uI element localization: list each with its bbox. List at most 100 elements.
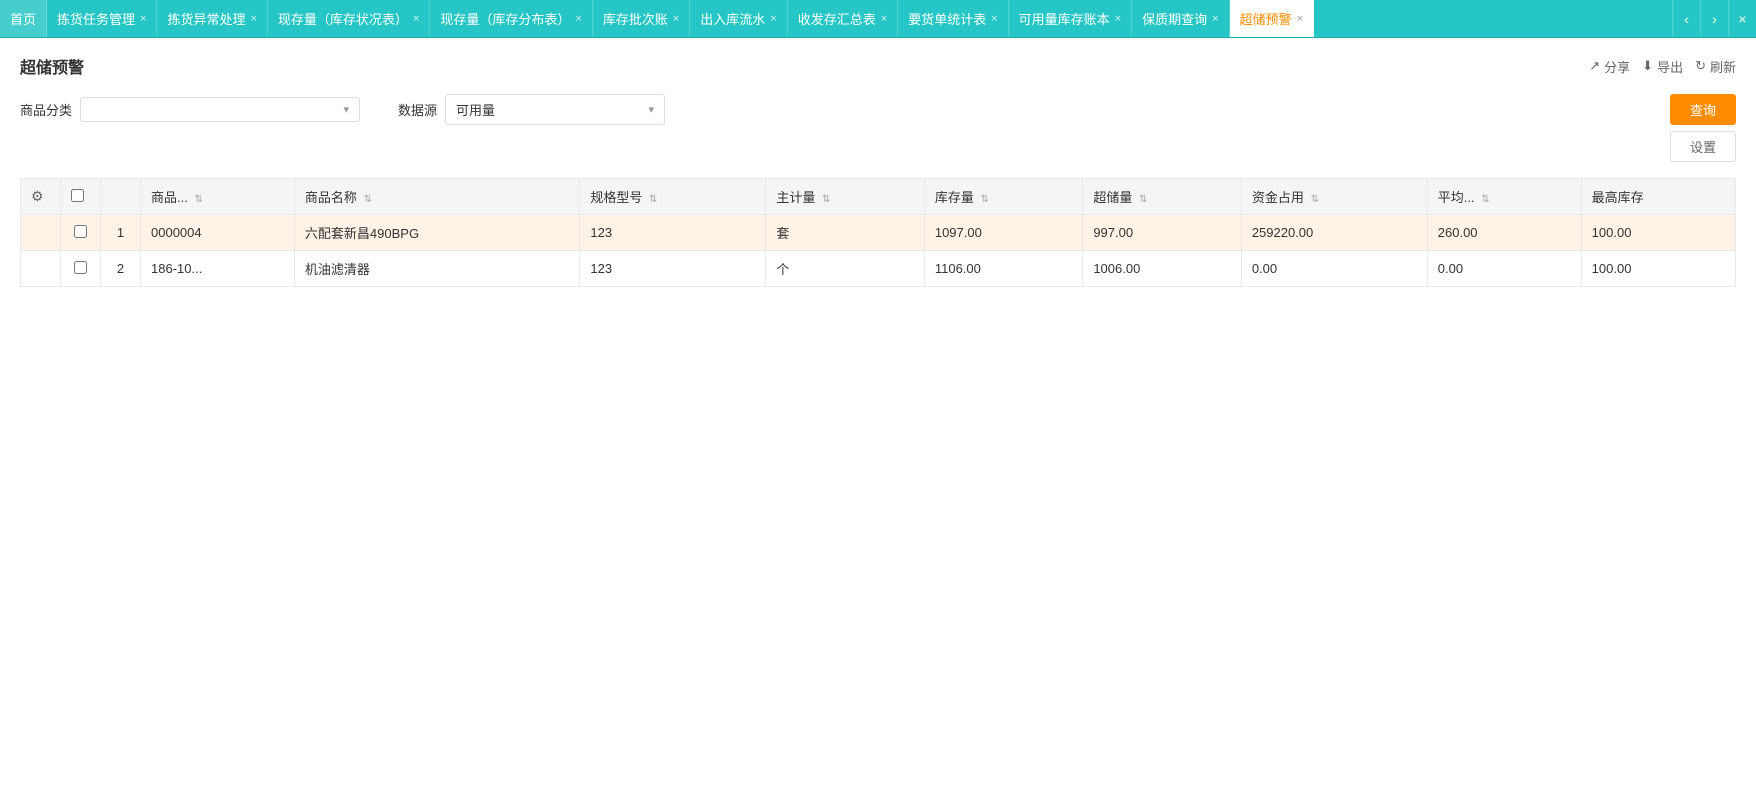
row-spec-1: 123 — [580, 251, 766, 287]
select-all-checkbox[interactable] — [71, 189, 84, 202]
row-settings-0[interactable] — [21, 215, 61, 251]
th-max-stock[interactable]: 最高库存 — [1581, 179, 1735, 215]
th-avg[interactable]: 平均... ⇅ — [1427, 179, 1581, 215]
product-category-filter: 商品分类 ▾ — [20, 97, 360, 122]
product-category-arrow-icon: ▾ — [343, 103, 349, 116]
sort-icon-unit[interactable]: ⇅ — [822, 194, 830, 205]
row-product-code-1: 186-10... — [141, 251, 295, 287]
row-select-1[interactable] — [74, 261, 87, 274]
page-header: 超储预警 ↗ 分享 ⬇ 导出 ↻ 刷新 — [20, 54, 1736, 78]
row-capital-1: 0.00 — [1241, 251, 1427, 287]
refresh-label: 刷新 — [1710, 57, 1736, 76]
refresh-action[interactable]: ↻ 刷新 — [1695, 57, 1736, 76]
nav-tab-10[interactable]: 保质期查询 × — [1132, 0, 1229, 37]
close-tab-11[interactable]: × — [1297, 13, 1303, 25]
close-tab-3[interactable]: × — [413, 13, 419, 25]
table-header-row: ⚙ 商品... ⇅ 商品名称 ⇅ 规格型号 ⇅ — [21, 179, 1736, 215]
close-tab-10[interactable]: × — [1212, 13, 1218, 25]
close-tab-1[interactable]: × — [140, 13, 146, 25]
row-checkbox-1[interactable] — [61, 251, 101, 287]
table-row: 1 0000004 六配套新昌490BPG 123 套 1097.00 997.… — [21, 215, 1736, 251]
close-tab-9[interactable]: × — [1115, 13, 1121, 25]
nav-tab-5[interactable]: 库存批次账 × — [593, 0, 690, 37]
row-over-stock-1: 1006.00 — [1083, 251, 1241, 287]
nav-tab-6[interactable]: 出入库流水 × — [690, 0, 787, 37]
refresh-icon: ↻ — [1695, 58, 1706, 74]
th-settings[interactable]: ⚙ — [21, 179, 61, 215]
sort-icon-product-code[interactable]: ⇅ — [194, 194, 202, 205]
close-tab-6[interactable]: × — [770, 13, 776, 25]
row-product-name-0: 六配套新昌490BPG — [294, 215, 580, 251]
nav-tab-7[interactable]: 收发存汇总表 × — [788, 0, 898, 37]
data-source-select[interactable]: 可用量 ▾ — [445, 94, 665, 125]
th-spec[interactable]: 规格型号 ⇅ — [580, 179, 766, 215]
close-tab-2[interactable]: × — [250, 13, 256, 25]
query-button[interactable]: 查询 — [1670, 94, 1736, 125]
nav-close-arrow[interactable]: × — [1728, 0, 1756, 38]
sort-icon-capital[interactable]: ⇅ — [1310, 194, 1318, 205]
nav-next-arrow[interactable]: › — [1700, 0, 1728, 38]
close-tab-4[interactable]: × — [575, 13, 581, 25]
row-checkbox-0[interactable] — [61, 215, 101, 251]
th-stock[interactable]: 库存量 ⇅ — [924, 179, 1082, 215]
product-category-label: 商品分类 — [20, 100, 72, 119]
share-icon: ↗ — [1589, 58, 1600, 74]
row-product-code-0: 0000004 — [141, 215, 295, 251]
page-content: 超储预警 ↗ 分享 ⬇ 导出 ↻ 刷新 商品分类 ▾ — [0, 38, 1756, 800]
nav-home[interactable]: 首页 — [0, 0, 47, 37]
nav-tab-2[interactable]: 拣货异常处理 × — [157, 0, 267, 37]
row-avg-1: 0.00 — [1427, 251, 1581, 287]
row-unit-0: 套 — [766, 215, 924, 251]
close-tab-5[interactable]: × — [673, 13, 679, 25]
th-capital[interactable]: 资金占用 ⇅ — [1241, 179, 1427, 215]
sort-icon-over-stock[interactable]: ⇅ — [1139, 194, 1147, 205]
row-select-0[interactable] — [74, 225, 87, 238]
row-max-stock-0: 100.00 — [1581, 215, 1735, 251]
share-label: 分享 — [1604, 57, 1630, 76]
row-max-stock-1: 100.00 — [1581, 251, 1735, 287]
data-source-filter: 数据源 可用量 ▾ — [398, 94, 665, 125]
row-stock-0: 1097.00 — [924, 215, 1082, 251]
sort-icon-avg[interactable]: ⇅ — [1481, 194, 1489, 205]
top-navigation: 首页 拣货任务管理 × 拣货异常处理 × 现存量（库存状况表） × 现存量（库存… — [0, 0, 1756, 38]
sort-icon-spec[interactable]: ⇅ — [649, 194, 657, 205]
th-over-stock[interactable]: 超储量 ⇅ — [1083, 179, 1241, 215]
row-settings-1[interactable] — [21, 251, 61, 287]
row-spec-0: 123 — [580, 215, 766, 251]
th-num — [101, 179, 141, 215]
data-table: ⚙ 商品... ⇅ 商品名称 ⇅ 规格型号 ⇅ — [20, 178, 1736, 287]
sort-icon-product-name[interactable]: ⇅ — [364, 194, 372, 205]
row-num-0: 1 — [101, 215, 141, 251]
data-source-label: 数据源 — [398, 100, 437, 119]
product-category-select[interactable]: ▾ — [80, 97, 360, 122]
settings-col-icon[interactable]: ⚙ — [31, 188, 44, 204]
th-product-code[interactable]: 商品... ⇅ — [141, 179, 295, 215]
share-action[interactable]: ↗ 分享 — [1589, 57, 1630, 76]
nav-arrows: ‹ › × — [1672, 0, 1756, 38]
row-stock-1: 1106.00 — [924, 251, 1082, 287]
export-action[interactable]: ⬇ 导出 — [1642, 57, 1683, 76]
th-product-name[interactable]: 商品名称 ⇅ — [294, 179, 580, 215]
th-checkbox[interactable] — [61, 179, 101, 215]
nav-tab-1[interactable]: 拣货任务管理 × — [47, 0, 157, 37]
row-product-name-1: 机油滤清器 — [294, 251, 580, 287]
row-num-1: 2 — [101, 251, 141, 287]
nav-prev-arrow[interactable]: ‹ — [1672, 0, 1700, 38]
sort-icon-stock[interactable]: ⇅ — [980, 194, 988, 205]
nav-tab-11[interactable]: 超储预警 × — [1230, 0, 1314, 37]
page-title: 超储预警 — [20, 54, 84, 78]
nav-tab-9[interactable]: 可用量库存账本 × — [1009, 0, 1132, 37]
row-unit-1: 个 — [766, 251, 924, 287]
close-tab-7[interactable]: × — [881, 13, 887, 25]
settings-button[interactable]: 设置 — [1670, 131, 1736, 162]
nav-tab-4[interactable]: 现存量（库存分布表） × — [430, 0, 592, 37]
header-actions: ↗ 分享 ⬇ 导出 ↻ 刷新 — [1589, 57, 1736, 76]
th-unit[interactable]: 主计量 ⇅ — [766, 179, 924, 215]
data-source-arrow-icon: ▾ — [649, 103, 655, 116]
close-tab-8[interactable]: × — [991, 13, 997, 25]
row-capital-0: 259220.00 — [1241, 215, 1427, 251]
nav-tab-8[interactable]: 要货单统计表 × — [898, 0, 1008, 37]
nav-tab-3[interactable]: 现存量（库存状况表） × — [268, 0, 430, 37]
row-over-stock-0: 997.00 — [1083, 215, 1241, 251]
export-label: 导出 — [1657, 57, 1683, 76]
